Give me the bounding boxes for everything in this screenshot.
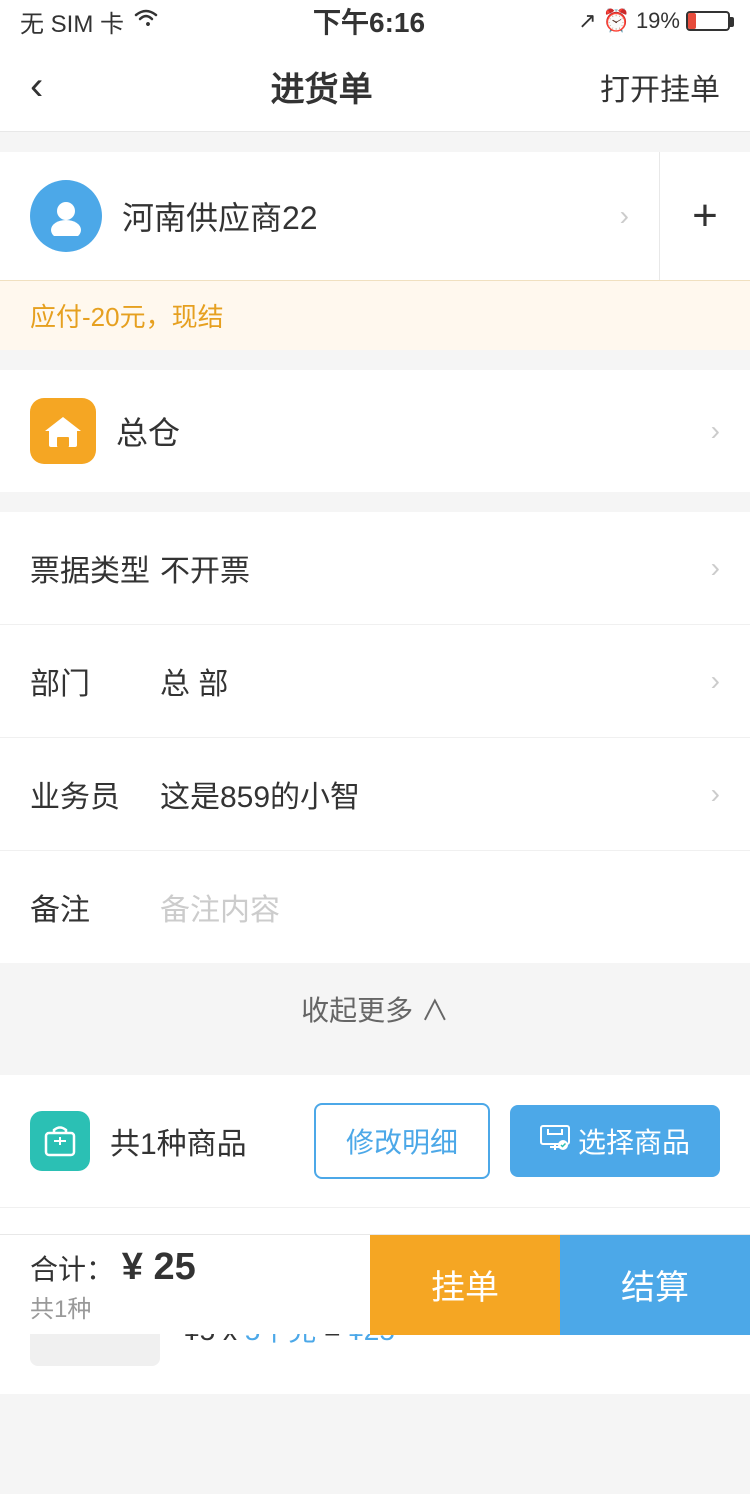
total-main: 合计： ¥ 25 xyxy=(30,1246,340,1289)
supplier-avatar xyxy=(30,180,102,252)
warehouse-name: 总仓 xyxy=(116,408,711,454)
supplier-main[interactable]: 河南供应商22 › xyxy=(0,152,660,280)
department-chevron-icon: › xyxy=(711,665,720,697)
back-button[interactable]: ‹ xyxy=(30,64,43,109)
supplier-chevron-icon: › xyxy=(620,200,629,232)
nav-bar: ‹ 进货单 打开挂单 xyxy=(0,42,750,132)
product-section-icon xyxy=(30,1111,90,1171)
collapse-row[interactable]: 收起更多 ∧ xyxy=(0,963,750,1055)
total-area: 合计： ¥ 25 共1种 xyxy=(0,1246,370,1324)
battery-percent: 19% xyxy=(636,8,680,34)
department-value: 总 部 xyxy=(160,659,711,703)
department-label: 部门 xyxy=(30,659,160,703)
select-product-label: 选择商品 xyxy=(578,1121,690,1161)
bottom-spacer xyxy=(0,1394,750,1494)
supplier-add-button[interactable]: + xyxy=(660,191,750,241)
remark-value: 备注内容 xyxy=(160,885,720,929)
salesperson-chevron-icon: › xyxy=(711,778,720,810)
total-label: 合计： xyxy=(30,1254,114,1285)
department-row[interactable]: 部门 总 部 › xyxy=(0,625,750,738)
select-product-button[interactable]: 选择商品 xyxy=(510,1105,720,1177)
remark-row[interactable]: 备注 备注内容 xyxy=(0,851,750,963)
collapse-label: 收起更多 ∧ xyxy=(301,989,449,1029)
wifi-icon xyxy=(132,7,160,35)
salesperson-row[interactable]: 业务员 这是859的小智 › xyxy=(0,738,750,851)
warehouse-row[interactable]: 总仓 › xyxy=(0,370,750,492)
supplier-hint: 应付-20元，现结 xyxy=(0,280,750,350)
page-title: 进货单 xyxy=(271,62,373,111)
battery-fill xyxy=(688,13,696,29)
status-bar: 无 SIM 卡 下午6:16 ↗ ⏰ 19% xyxy=(0,0,750,42)
form-section: 票据类型 不开票 › 部门 总 部 › 业务员 这是859的小智 › 备注 备注… xyxy=(0,512,750,963)
alarm-icon: ⏰ xyxy=(603,8,630,34)
product-count: 共1种商品 xyxy=(110,1119,314,1163)
invoice-type-value: 不开票 xyxy=(160,546,711,590)
salesperson-value: 这是859的小智 xyxy=(160,772,711,816)
total-sub: 共1种 xyxy=(30,1289,340,1324)
checkout-button[interactable]: 结算 xyxy=(560,1235,750,1335)
total-amount: ¥ 25 xyxy=(122,1246,196,1288)
warehouse-icon xyxy=(30,398,96,464)
divider-1 xyxy=(0,132,750,152)
invoice-type-row[interactable]: 票据类型 不开票 › xyxy=(0,512,750,625)
status-right: ↗ ⏰ 19% xyxy=(578,8,730,34)
battery-icon xyxy=(686,11,730,31)
status-left: 无 SIM 卡 xyxy=(20,4,160,39)
invoice-type-chevron-icon: › xyxy=(711,552,720,584)
supplier-name: 河南供应商22 xyxy=(122,193,620,239)
salesperson-label: 业务员 xyxy=(30,772,160,816)
status-time: 下午6:16 xyxy=(313,1,425,41)
bottom-bar: 合计： ¥ 25 共1种 挂单 结算 xyxy=(0,1234,750,1334)
location-icon: ↗ xyxy=(578,8,596,34)
hang-button[interactable]: 挂单 xyxy=(370,1235,560,1335)
open-hang-button[interactable]: 打开挂单 xyxy=(600,65,720,109)
warehouse-chevron-icon: › xyxy=(711,415,720,447)
edit-detail-button[interactable]: 修改明细 xyxy=(314,1103,490,1179)
supplier-section: 河南供应商22 › + xyxy=(0,152,750,280)
warehouse-section: 总仓 › xyxy=(0,370,750,492)
product-header: 共1种商品 修改明细 选择商品 xyxy=(0,1075,750,1208)
remark-label: 备注 xyxy=(30,885,160,929)
carrier-label: 无 SIM 卡 xyxy=(20,4,124,39)
invoice-type-label: 票据类型 xyxy=(30,546,160,590)
select-product-icon xyxy=(540,1125,570,1158)
